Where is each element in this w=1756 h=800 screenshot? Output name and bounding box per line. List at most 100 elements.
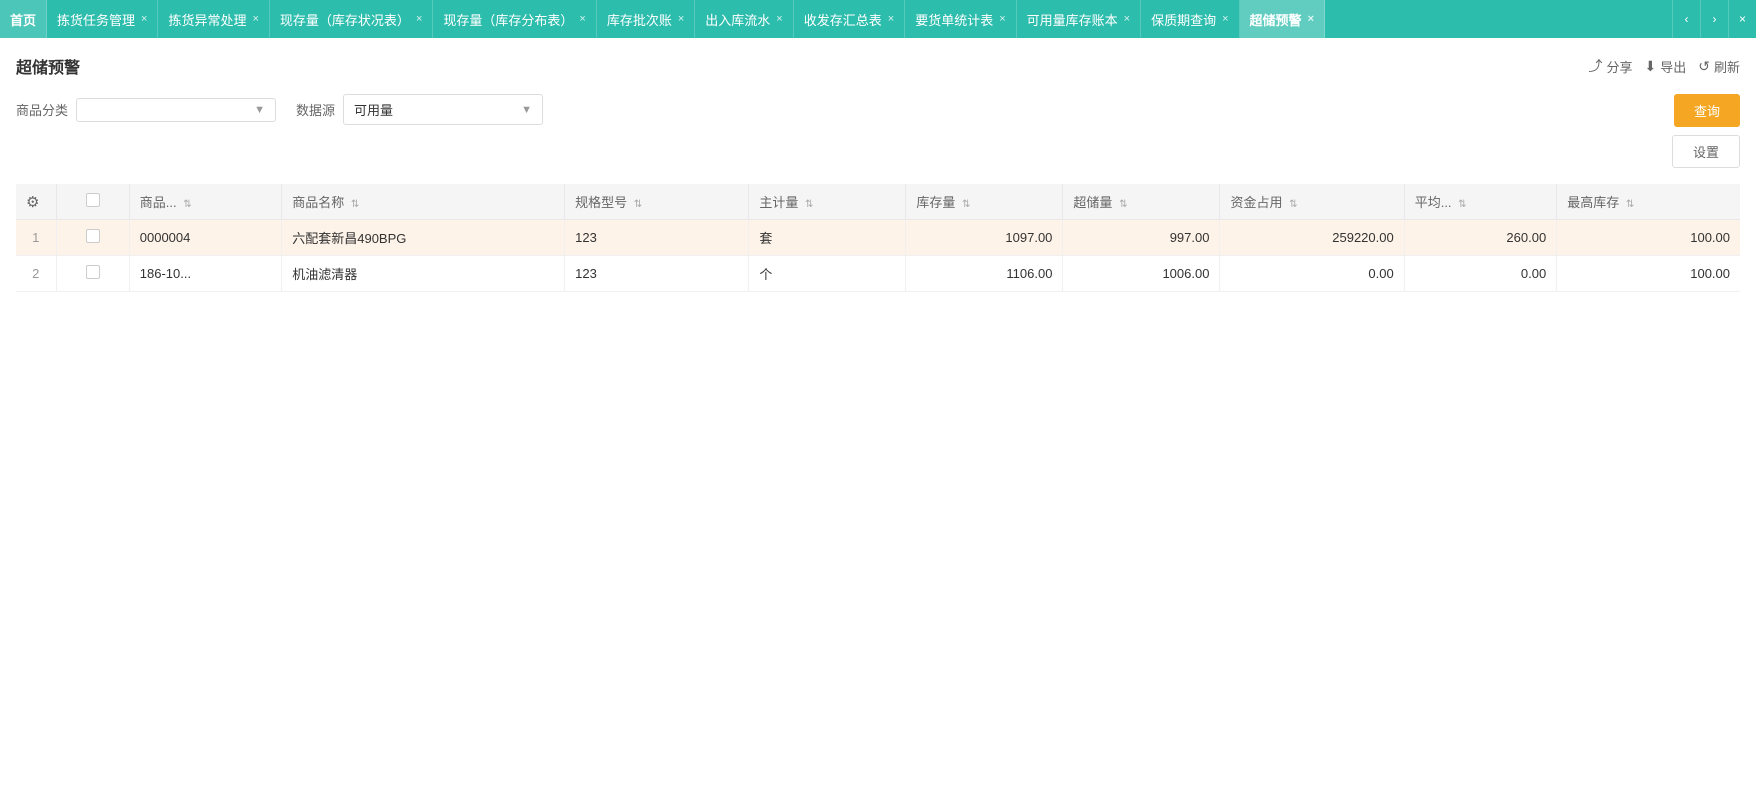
th-settings[interactable]: ⚙	[16, 184, 56, 220]
nav-tab-overstock-label: 超储预警	[1250, 10, 1302, 29]
nav-tab-avail-stock-label: 可用量库存账本	[1027, 10, 1118, 29]
nav-tab-quality[interactable]: 保质期查询 ×	[1141, 0, 1239, 38]
share-label: 分享	[1606, 57, 1632, 76]
sort-unit-icon: ⇅	[805, 199, 813, 210]
refresh-button[interactable]: ↺ 刷新	[1698, 57, 1740, 76]
close-overstock-icon[interactable]: ×	[1308, 13, 1314, 25]
row-num: 1	[16, 220, 56, 256]
close-inout-icon[interactable]: ×	[776, 13, 782, 25]
top-navigation: 首页 拣货任务管理 × 拣货异常处理 × 现存量（库存状况表） × 现存量（库存…	[0, 0, 1756, 38]
nav-tab-inout[interactable]: 出入库流水 ×	[695, 0, 793, 38]
row-capital: 259220.00	[1220, 220, 1404, 256]
sort-avg-icon: ⇅	[1458, 199, 1466, 210]
nav-tab-collect-label: 收发存汇总表	[804, 10, 882, 29]
row-overstock: 1006.00	[1063, 256, 1220, 292]
th-overstock-label: 超储量	[1073, 195, 1112, 210]
nav-close-button[interactable]: ×	[1728, 0, 1756, 38]
nav-tab-stock-dist-label: 现存量（库存分布表）	[443, 10, 573, 29]
row-product-name: 机油滤清器	[282, 256, 565, 292]
category-chevron-icon: ▼	[254, 104, 265, 116]
export-icon: ⬇	[1645, 58, 1657, 75]
close-batch-icon[interactable]: ×	[678, 13, 684, 25]
page-header: 超储预警 ⤴ 分享 ⬇ 导出 ↺ 刷新	[16, 54, 1740, 78]
category-select[interactable]: ▼	[76, 98, 276, 122]
nav-tab-home-label: 首页	[10, 10, 36, 29]
th-checkbox[interactable]	[56, 184, 129, 220]
th-unit[interactable]: 主计量 ⇅	[749, 184, 906, 220]
nav-tab-stock-status[interactable]: 现存量（库存状况表） ×	[270, 0, 433, 38]
datasource-select[interactable]: 可用量 ▼	[343, 94, 543, 125]
row-stock: 1097.00	[906, 220, 1063, 256]
row-avg: 0.00	[1404, 256, 1556, 292]
close-avail-stock-icon[interactable]: ×	[1124, 13, 1130, 25]
datasource-chevron-icon: ▼	[521, 104, 532, 116]
row-stock: 1106.00	[906, 256, 1063, 292]
th-avg[interactable]: 平均... ⇅	[1404, 184, 1556, 220]
th-spec[interactable]: 规格型号 ⇅	[565, 184, 749, 220]
row-checkbox[interactable]	[86, 229, 100, 243]
setting-button[interactable]: 设置	[1672, 135, 1740, 168]
th-capital-label: 资金占用	[1230, 195, 1282, 210]
th-product-code[interactable]: 商品... ⇅	[129, 184, 281, 220]
close-abnormal-icon[interactable]: ×	[252, 13, 258, 25]
nav-tab-overstock[interactable]: 超储预警 ×	[1240, 0, 1325, 38]
nav-tab-quality-label: 保质期查询	[1151, 10, 1216, 29]
row-checkbox-cell[interactable]	[56, 256, 129, 292]
sort-stock-icon: ⇅	[962, 199, 970, 210]
table-header: ⚙ 商品... ⇅ 商品名称 ⇅ 规格型号 ⇅ 主计量	[16, 184, 1740, 220]
th-capital[interactable]: 资金占用 ⇅	[1220, 184, 1404, 220]
th-stock[interactable]: 库存量 ⇅	[906, 184, 1063, 220]
nav-tab-avail-stock[interactable]: 可用量库存账本 ×	[1017, 0, 1141, 38]
th-product-name[interactable]: 商品名称 ⇅	[282, 184, 565, 220]
close-stock-dist-icon[interactable]: ×	[579, 13, 585, 25]
nav-tab-stock-dist[interactable]: 现存量（库存分布表） ×	[433, 0, 596, 38]
nav-tab-abnormal[interactable]: 拣货异常处理 ×	[158, 0, 269, 38]
table-row: 1 0000004 六配套新昌490BPG 123 套 1097.00 997.…	[16, 220, 1740, 256]
row-checkbox-cell[interactable]	[56, 220, 129, 256]
export-label: 导出	[1660, 57, 1686, 76]
nav-next-button[interactable]: ›	[1700, 0, 1728, 38]
row-product-code: 0000004	[129, 220, 281, 256]
share-icon: ⤴	[1588, 56, 1602, 76]
query-button[interactable]: 查询	[1674, 94, 1740, 127]
export-button[interactable]: ⬇ 导出	[1645, 57, 1687, 76]
select-all-checkbox[interactable]	[86, 193, 100, 207]
close-order-stat-icon[interactable]: ×	[999, 13, 1005, 25]
row-checkbox[interactable]	[86, 265, 100, 279]
nav-tab-home[interactable]: 首页	[0, 0, 47, 38]
nav-tab-order-stat[interactable]: 要货单统计表 ×	[905, 0, 1016, 38]
sort-spec-icon: ⇅	[634, 199, 642, 210]
nav-tab-task[interactable]: 拣货任务管理 ×	[47, 0, 158, 38]
nav-tab-order-stat-label: 要货单统计表	[915, 10, 993, 29]
category-filter: 商品分类 ▼	[16, 98, 276, 122]
datasource-filter: 数据源 可用量 ▼	[296, 94, 543, 125]
settings-gear-icon[interactable]: ⚙	[26, 194, 39, 211]
nav-tab-collect[interactable]: 收发存汇总表 ×	[794, 0, 905, 38]
th-max-stock[interactable]: 最高库存 ⇅	[1557, 184, 1740, 220]
nav-tab-stock-status-label: 现存量（库存状况表）	[280, 10, 410, 29]
th-product-name-label: 商品名称	[292, 195, 344, 210]
row-capital: 0.00	[1220, 256, 1404, 292]
sort-max-stock-icon: ⇅	[1626, 199, 1634, 210]
close-stock-status-icon[interactable]: ×	[416, 13, 422, 25]
nav-prev-button[interactable]: ‹	[1672, 0, 1700, 38]
close-task-icon[interactable]: ×	[141, 13, 147, 25]
page-title: 超储预警	[16, 54, 80, 78]
share-button[interactable]: ⤴ 分享	[1588, 56, 1632, 76]
close-quality-icon[interactable]: ×	[1222, 13, 1228, 25]
th-unit-label: 主计量	[759, 195, 798, 210]
th-max-stock-label: 最高库存	[1567, 195, 1619, 210]
th-overstock[interactable]: 超储量 ⇅	[1063, 184, 1220, 220]
refresh-icon: ↺	[1698, 58, 1710, 75]
th-spec-label: 规格型号	[575, 195, 627, 210]
sort-overstock-icon: ⇅	[1119, 199, 1127, 210]
row-product-name: 六配套新昌490BPG	[282, 220, 565, 256]
nav-tab-batch[interactable]: 库存批次账 ×	[597, 0, 695, 38]
nav-tab-inout-label: 出入库流水	[705, 10, 770, 29]
page-container: 超储预警 ⤴ 分享 ⬇ 导出 ↺ 刷新 商品分类	[0, 38, 1756, 800]
datasource-label: 数据源	[296, 100, 335, 119]
nav-tab-batch-label: 库存批次账	[607, 10, 672, 29]
sort-product-code-icon: ⇅	[183, 199, 191, 210]
close-collect-icon[interactable]: ×	[888, 13, 894, 25]
nav-arrows: ‹ › ×	[1672, 0, 1756, 38]
